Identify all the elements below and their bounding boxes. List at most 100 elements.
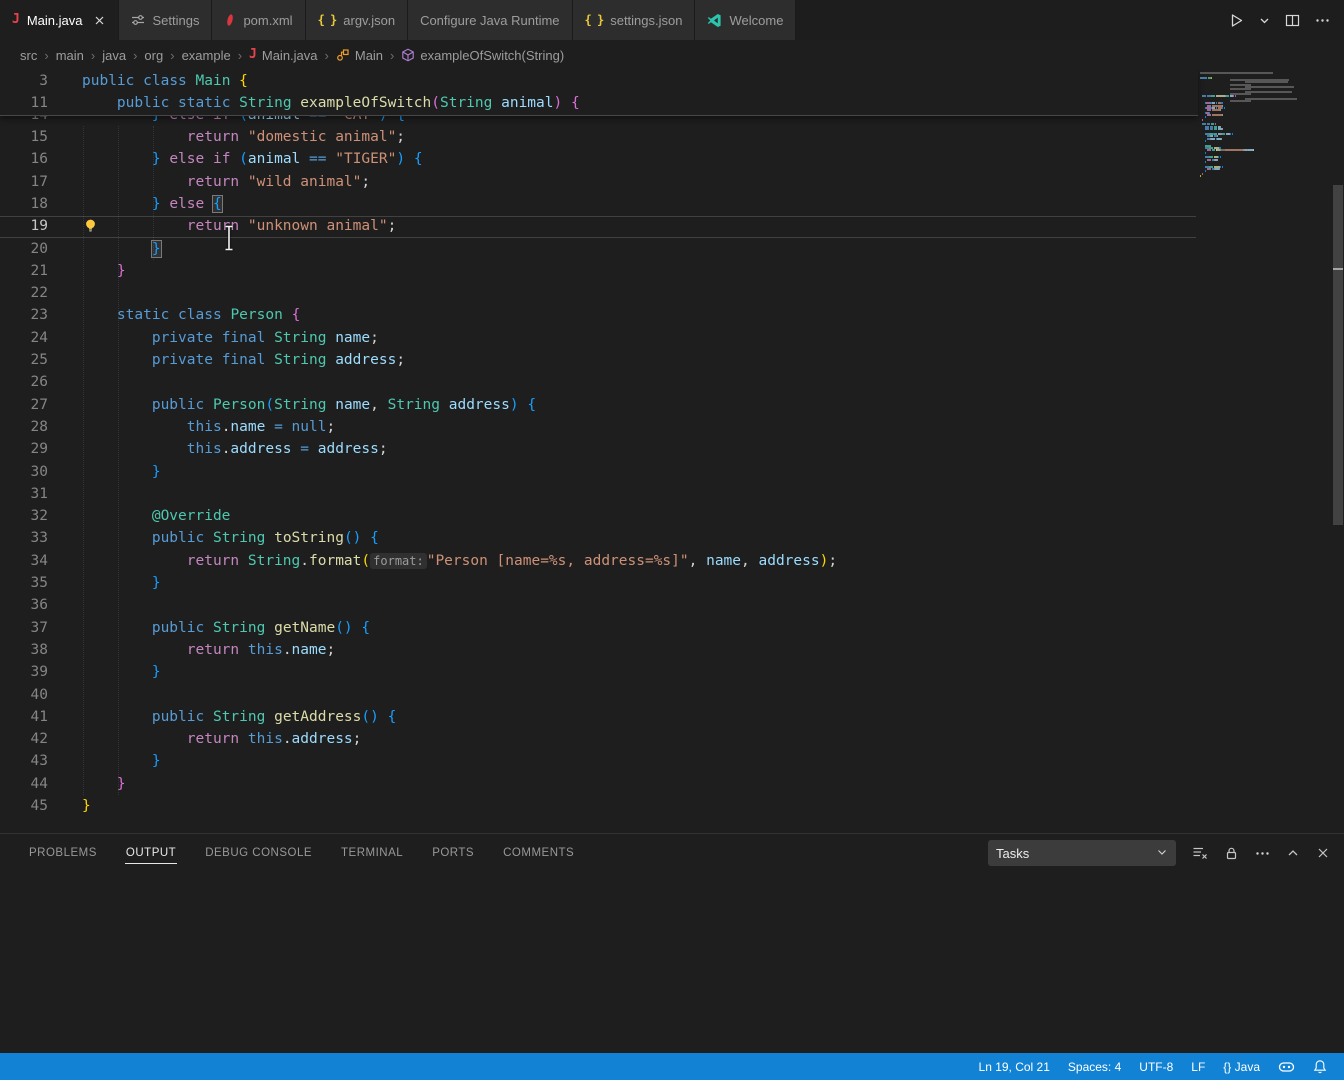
breadcrumb-item[interactable]: example (182, 48, 231, 63)
code-token: String (439, 95, 493, 112)
clear-output-icon[interactable] (1192, 845, 1208, 861)
code-line[interactable]: } else { (82, 193, 223, 215)
breadcrumb-item[interactable]: J Main.java (249, 48, 317, 63)
code-line[interactable]: return String.format(format: "Person [nam… (82, 550, 837, 572)
editor-tab-argv-json[interactable]: { } argv.json (305, 0, 409, 40)
ellipsis-icon[interactable] (1315, 13, 1330, 28)
breadcrumb-item[interactable]: org (144, 48, 163, 63)
code-line[interactable]: public Person(String name, String addres… (82, 394, 536, 416)
code-line[interactable]: private final String address; (82, 349, 405, 371)
ellipsis-icon[interactable] (1255, 846, 1270, 861)
panel-tab-problems[interactable]: PROBLEMS (28, 839, 98, 867)
statusbar-copilot-icon[interactable] (1269, 1053, 1304, 1080)
code-token: format (309, 552, 362, 569)
code-token: ( (431, 95, 440, 112)
code-token: ; (326, 418, 336, 435)
vscode-window: J Main.java Settings pom.xml{ } argv.json Con… (0, 0, 1344, 1080)
statusbar-item--java[interactable]: {} Java (1214, 1053, 1269, 1080)
line-number: 23 (30, 307, 48, 324)
sticky-scroll[interactable]: 3 public class Main {11 public static Str… (0, 70, 1198, 116)
breadcrumb-label: main (55, 47, 84, 63)
chevron-up-icon[interactable] (1286, 846, 1300, 860)
panel-tab-ports[interactable]: PORTS (431, 839, 475, 867)
breadcrumb-item[interactable]: src (20, 48, 37, 63)
output-channel-select[interactable]: Tasks (988, 840, 1176, 866)
close-icon[interactable] (1316, 846, 1330, 860)
statusbar-item-spaces-4[interactable]: Spaces: 4 (1059, 1053, 1130, 1080)
code-line[interactable]: public String getName() { (82, 617, 370, 639)
code-line[interactable]: } (82, 773, 126, 795)
panel-tab-debug-console[interactable]: DEBUG CONSOLE (204, 839, 313, 867)
chevron-down-icon[interactable] (1259, 15, 1270, 26)
statusbar-item-utf-8[interactable]: UTF-8 (1130, 1053, 1182, 1080)
editor-tab-pom-xml[interactable]: pom.xml (212, 0, 306, 40)
code-line[interactable]: public static String exampleOfSwitch(Str… (82, 92, 580, 114)
breadcrumb-label: exampleOfSwitch(String) (420, 47, 565, 63)
code-token: if (212, 151, 231, 168)
code-line[interactable]: } (82, 260, 126, 282)
lock-icon[interactable] (1224, 846, 1239, 861)
breadcrumb-item[interactable]: Main (336, 48, 383, 63)
panel-tab-output[interactable]: OUTPUT (124, 839, 178, 867)
code-token: . (300, 552, 310, 569)
code-line[interactable]: public class Main { (82, 70, 248, 92)
code-line[interactable]: } (82, 461, 161, 483)
code-line[interactable]: } (82, 795, 91, 817)
editor-tab-configure-java-runtime[interactable]: Configure Java Runtime (408, 0, 573, 40)
code-token: String (212, 708, 266, 725)
code-line[interactable]: return "unknown animal"; (82, 215, 397, 237)
code-token: () (335, 619, 353, 636)
code-token: "wild animal" (247, 173, 362, 190)
code-token: name (230, 418, 266, 435)
editor-tab-welcome[interactable]: Welcome (695, 0, 797, 40)
statusbar-item-lf[interactable]: LF (1182, 1053, 1214, 1080)
code-editor[interactable]: 14 } else if (animal == "CAT") {15 retur… (0, 70, 1344, 833)
code-line[interactable]: public String getAddress() { (82, 706, 397, 728)
breadcrumb-label: org (144, 47, 164, 63)
code-line[interactable]: } (82, 661, 161, 683)
breadcrumb-separator-icon: › (324, 47, 329, 63)
editor-tab-main-java[interactable]: J Main.java (0, 0, 120, 40)
code-line[interactable]: } else if (animal == "TIGER") { (82, 148, 423, 170)
code-line[interactable]: return this.address; (82, 728, 362, 750)
code-line[interactable]: static class Person { (82, 304, 300, 326)
panel-tab-comments[interactable]: COMMENTS (502, 839, 575, 867)
code-line[interactable]: private final String name; (82, 327, 379, 349)
code-line[interactable]: return "domestic animal"; (82, 126, 405, 148)
code-line[interactable]: } (82, 238, 162, 260)
code-line[interactable]: @Override (82, 505, 231, 527)
editor-tab-settings[interactable]: Settings (119, 0, 213, 40)
statusbar-item-ln-19-col-21[interactable]: Ln 19, Col 21 (970, 1053, 1059, 1080)
statusbar-bell-icon[interactable] (1304, 1053, 1336, 1080)
run-icon[interactable] (1229, 13, 1244, 28)
code-line[interactable]: } (82, 572, 161, 594)
editor-tab-settings-json[interactable]: { } settings.json (572, 0, 696, 40)
code-line[interactable]: this.name = null; (82, 416, 335, 438)
breadcrumb-item[interactable]: exampleOfSwitch(String) (401, 48, 564, 63)
class-icon (336, 48, 350, 62)
line-number: 35 (30, 575, 48, 591)
code-line[interactable]: } (82, 750, 161, 772)
code-line[interactable]: public String toString() { (82, 527, 379, 549)
breadcrumb-item[interactable]: java (102, 48, 126, 63)
panel-tab-terminal[interactable]: TERMINAL (340, 839, 404, 867)
code-line[interactable]: this.address = address; (82, 438, 388, 460)
lightbulb-icon[interactable] (83, 218, 98, 234)
split-editor-icon[interactable] (1285, 13, 1300, 28)
tab-label: settings.json (610, 12, 683, 28)
tab-close-icon[interactable] (93, 14, 106, 27)
minimap[interactable] (1200, 72, 1334, 192)
code-line[interactable]: return "wild animal"; (82, 171, 370, 193)
output-panel-body[interactable] (0, 872, 1344, 1052)
code-token: = (274, 418, 283, 435)
editor-scrollbar[interactable] (1333, 185, 1343, 525)
breadcrumb-item[interactable]: main (56, 48, 84, 63)
code-line[interactable]: return this.name; (82, 639, 335, 661)
